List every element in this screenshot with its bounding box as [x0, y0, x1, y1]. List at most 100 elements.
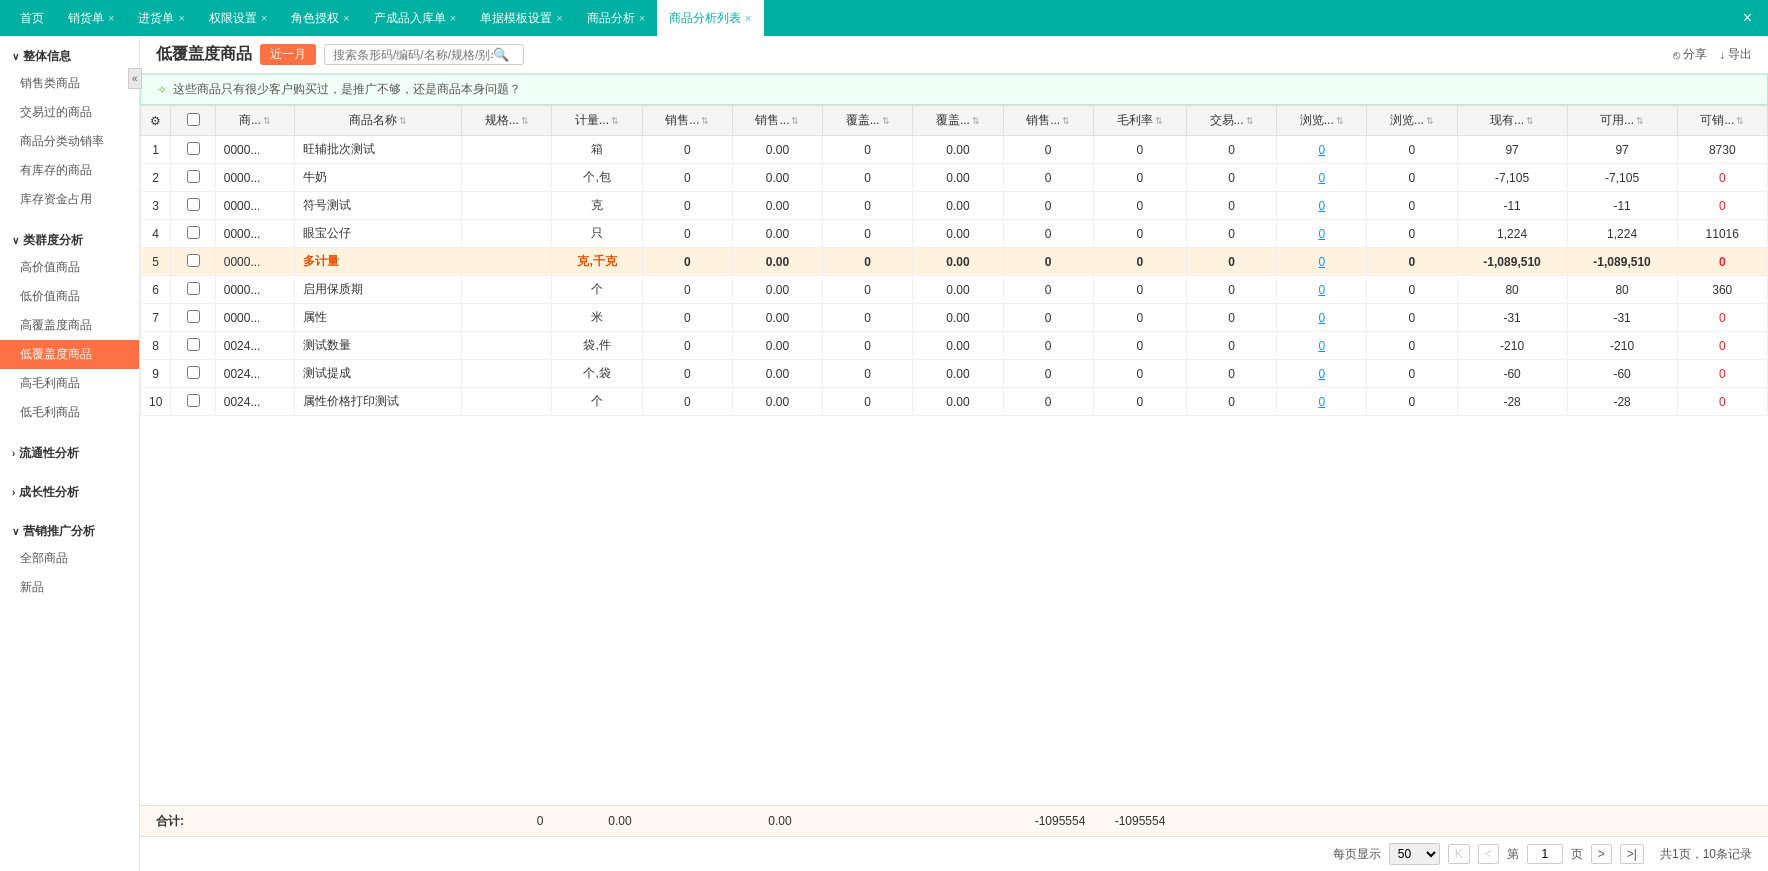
sidebar-group-liquidity[interactable]: › 流通性分析: [0, 439, 139, 466]
row-select-checkbox[interactable]: [187, 198, 200, 211]
per-page-select[interactable]: 102050100: [1389, 843, 1440, 865]
col-spec[interactable]: 规格...⇅: [462, 106, 552, 136]
sidebar-group-marketing[interactable]: ∨ 营销推广分析: [0, 517, 139, 544]
browse1-link[interactable]: 0: [1318, 395, 1325, 409]
col-checkbox-header[interactable]: [171, 106, 215, 136]
row-select-checkbox[interactable]: [187, 170, 200, 183]
row-checkbox[interactable]: [171, 360, 215, 388]
prev-page-button[interactable]: <: [1478, 844, 1499, 864]
row-browse1[interactable]: 0: [1277, 192, 1367, 220]
page-input[interactable]: [1527, 844, 1563, 864]
row-checkbox[interactable]: [171, 304, 215, 332]
browse1-link[interactable]: 0: [1318, 143, 1325, 157]
col-cover1[interactable]: 覆盖...⇅: [823, 106, 913, 136]
nav-purchase[interactable]: 进货单 ×: [126, 0, 196, 36]
nav-close-purchase[interactable]: ×: [178, 12, 184, 24]
sidebar-group-growth[interactable]: › 成长性分析: [0, 478, 139, 505]
row-checkbox[interactable]: [171, 248, 215, 276]
next-page-button[interactable]: >: [1591, 844, 1612, 864]
row-checkbox[interactable]: [171, 220, 215, 248]
row-browse1[interactable]: 0: [1277, 164, 1367, 192]
sidebar-collapse-button[interactable]: «: [128, 68, 142, 89]
col-unit[interactable]: 计量...⇅: [552, 106, 642, 136]
nav-close-role[interactable]: ×: [343, 12, 349, 24]
nav-close-analysis[interactable]: ×: [639, 12, 645, 24]
browse1-link[interactable]: 0: [1318, 255, 1325, 269]
browse1-link[interactable]: 0: [1318, 199, 1325, 213]
col-gear[interactable]: ⚙: [141, 106, 171, 136]
search-input[interactable]: [333, 48, 493, 62]
window-close-button[interactable]: ×: [1735, 9, 1760, 27]
col-cover2[interactable]: 覆盖...⇅: [913, 106, 1003, 136]
col-sellable[interactable]: 可销...⇅: [1677, 106, 1767, 136]
sidebar-group-overall[interactable]: ∨ 整体信息: [0, 42, 139, 69]
row-checkbox[interactable]: [171, 164, 215, 192]
select-all-checkbox[interactable]: [187, 113, 200, 126]
col-margin[interactable]: 毛利率⇅: [1093, 106, 1186, 136]
nav-close-analysis-list[interactable]: ×: [745, 12, 751, 24]
nav-close-sales[interactable]: ×: [108, 12, 114, 24]
sidebar-item-inventory-funds[interactable]: 库存资金占用: [0, 185, 139, 214]
row-browse1[interactable]: 0: [1277, 136, 1367, 164]
share-button[interactable]: ⎋ 分享: [1673, 46, 1707, 63]
nav-permissions[interactable]: 权限设置 ×: [197, 0, 279, 36]
sidebar-item-low-coverage[interactable]: 低覆盖度商品: [0, 340, 139, 369]
col-browse1[interactable]: 浏览...⇅: [1277, 106, 1367, 136]
row-select-checkbox[interactable]: [187, 394, 200, 407]
row-checkbox[interactable]: [171, 332, 215, 360]
col-current[interactable]: 现有...⇅: [1457, 106, 1567, 136]
nav-close-permissions[interactable]: ×: [261, 12, 267, 24]
sidebar-item-high-coverage[interactable]: 高覆盖度商品: [0, 311, 139, 340]
col-sales3[interactable]: 销售...⇅: [1003, 106, 1093, 136]
row-select-checkbox[interactable]: [187, 310, 200, 323]
first-page-button[interactable]: K: [1448, 844, 1470, 864]
row-checkbox[interactable]: [171, 276, 215, 304]
row-checkbox[interactable]: [171, 388, 215, 416]
nav-close-template[interactable]: ×: [556, 12, 562, 24]
row-select-checkbox[interactable]: [187, 282, 200, 295]
row-select-checkbox[interactable]: [187, 366, 200, 379]
row-browse1[interactable]: 0: [1277, 388, 1367, 416]
sidebar-item-in-stock[interactable]: 有库存的商品: [0, 156, 139, 185]
row-browse1[interactable]: 0: [1277, 332, 1367, 360]
nav-sales[interactable]: 销货单 ×: [56, 0, 126, 36]
sidebar-item-traded-goods[interactable]: 交易过的商品: [0, 98, 139, 127]
col-sales2[interactable]: 销售...⇅: [732, 106, 822, 136]
row-browse1[interactable]: 0: [1277, 360, 1367, 388]
row-checkbox[interactable]: [171, 192, 215, 220]
col-name[interactable]: 商品名称⇅: [295, 106, 462, 136]
col-trade[interactable]: 交易...⇅: [1186, 106, 1276, 136]
nav-role-auth[interactable]: 角色授权 ×: [279, 0, 361, 36]
time-filter-button[interactable]: 近一月: [260, 44, 316, 65]
nav-product-inbound[interactable]: 产成品入库单 ×: [362, 0, 468, 36]
browse1-link[interactable]: 0: [1318, 339, 1325, 353]
row-select-checkbox[interactable]: [187, 254, 200, 267]
browse1-link[interactable]: 0: [1318, 283, 1325, 297]
last-page-button[interactable]: >|: [1620, 844, 1644, 864]
nav-product-analysis[interactable]: 商品分析 ×: [575, 0, 657, 36]
row-browse1[interactable]: 0: [1277, 248, 1367, 276]
row-browse1[interactable]: 0: [1277, 220, 1367, 248]
sidebar-item-low-margin[interactable]: 低毛利商品: [0, 398, 139, 427]
sidebar-item-low-value[interactable]: 低价值商品: [0, 282, 139, 311]
sidebar-item-new-goods[interactable]: 新品: [0, 573, 139, 602]
browse1-link[interactable]: 0: [1318, 311, 1325, 325]
sidebar-item-all-goods[interactable]: 全部商品: [0, 544, 139, 573]
row-select-checkbox[interactable]: [187, 226, 200, 239]
col-available[interactable]: 可用...⇅: [1567, 106, 1677, 136]
row-browse1[interactable]: 0: [1277, 304, 1367, 332]
nav-analysis-list[interactable]: 商品分析列表 ×: [657, 0, 763, 36]
export-button[interactable]: ↓ 导出: [1719, 46, 1752, 63]
row-checkbox[interactable]: [171, 136, 215, 164]
nav-template-settings[interactable]: 单据模板设置 ×: [468, 0, 574, 36]
sidebar-item-high-value[interactable]: 高价值商品: [0, 253, 139, 282]
sidebar-group-cluster[interactable]: ∨ 类群度分析: [0, 226, 139, 253]
col-sales1[interactable]: 销售...⇅: [642, 106, 732, 136]
browse1-link[interactable]: 0: [1318, 367, 1325, 381]
nav-close-product-inbound[interactable]: ×: [450, 12, 456, 24]
sidebar-item-sales-goods[interactable]: 销售类商品: [0, 69, 139, 98]
sidebar-item-high-margin[interactable]: 高毛利商品: [0, 369, 139, 398]
browse1-link[interactable]: 0: [1318, 227, 1325, 241]
row-select-checkbox[interactable]: [187, 338, 200, 351]
col-code[interactable]: 商...⇅: [215, 106, 294, 136]
